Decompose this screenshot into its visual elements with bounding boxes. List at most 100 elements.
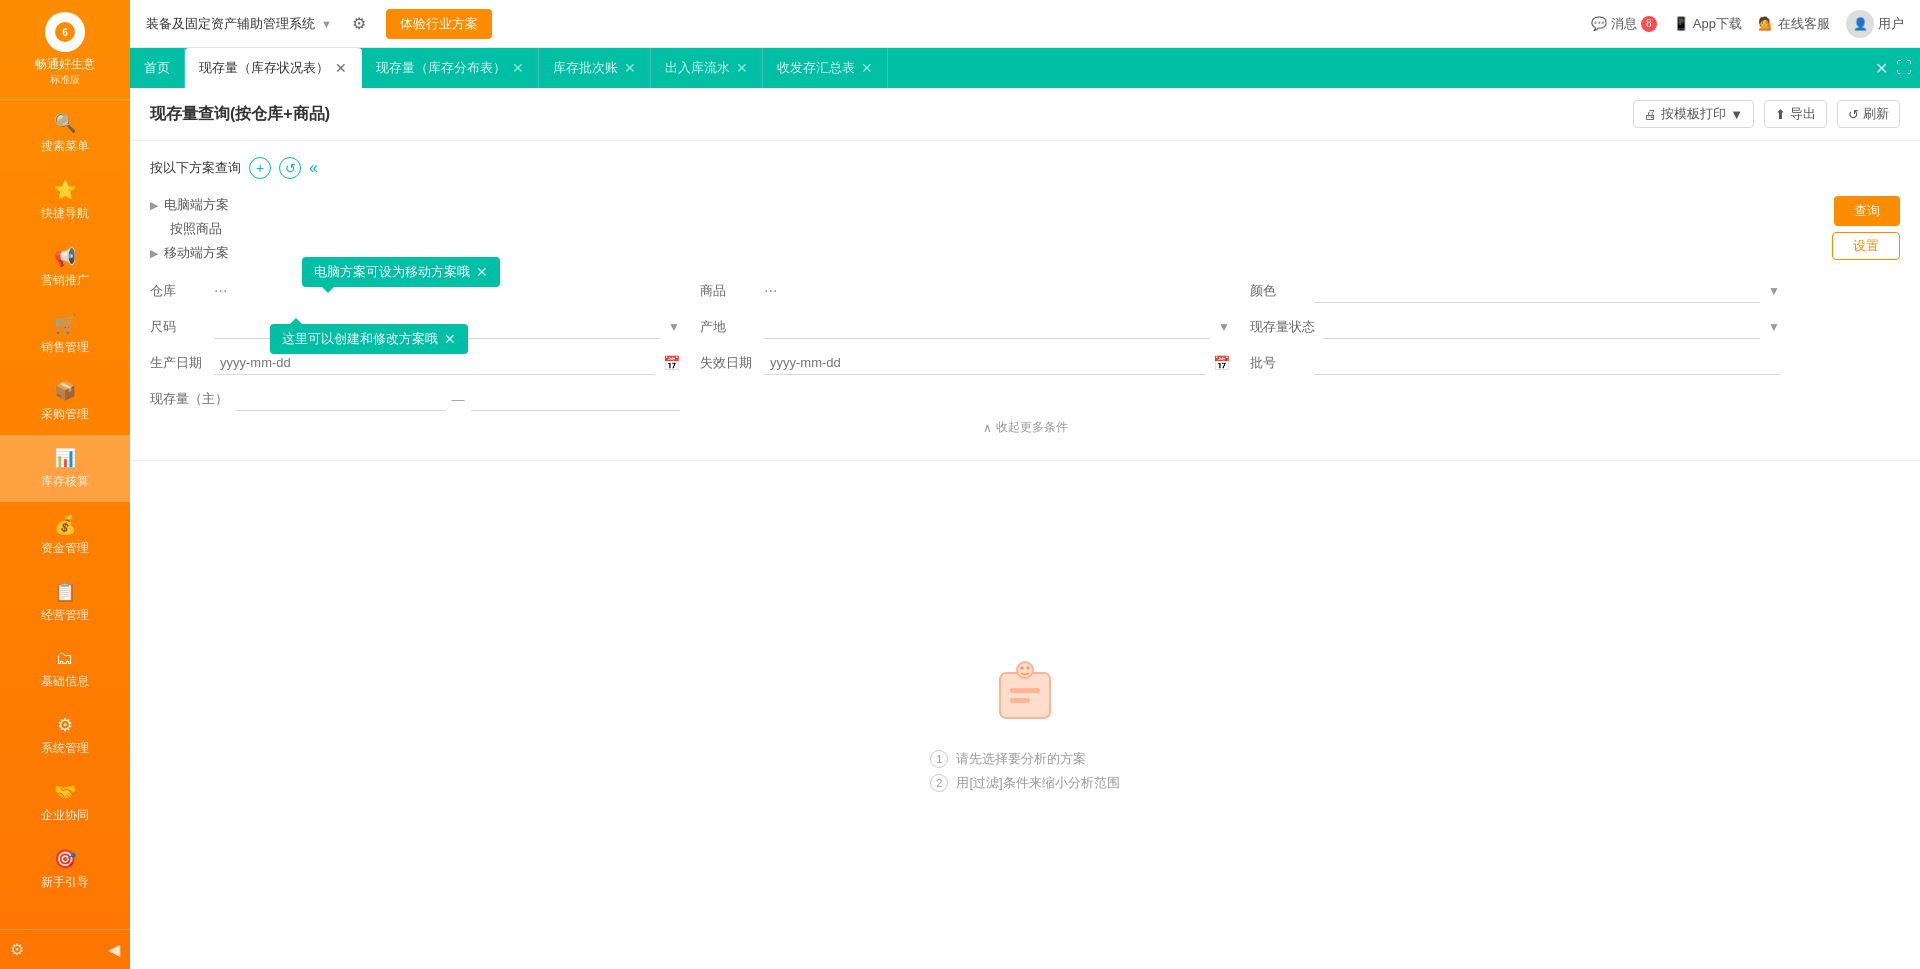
tab-expand-btn[interactable]: ⛶ [1896,59,1912,77]
filter-row-produce-date: 生产日期 📅 [150,351,680,375]
filter-warehouse-dots[interactable]: ··· [214,282,227,300]
svg-text:6: 6 [62,27,68,38]
set-btn[interactable]: 设置 [1832,232,1900,260]
tab-stock-batch-close[interactable]: ✕ [624,60,636,76]
tab-stock-dist-close[interactable]: ✕ [512,60,524,76]
system-icon: ⚙ [57,714,73,736]
tab-stock-inout[interactable]: 出入库流水 ✕ [651,48,763,88]
top-header: 装备及固定资产辅助管理系统 ▼ ⚙ 体验行业方案 💬 消息 8 📱 App下载 … [130,0,1920,48]
system-title-dropdown[interactable]: ▼ [321,18,332,30]
industry-btn[interactable]: 体验行业方案 [386,9,492,39]
filter-goods-dots[interactable]: ··· [764,282,777,300]
export-label: 导出 [1790,105,1816,123]
svg-rect-2 [1000,673,1050,718]
filter-row-origin: 产地 ▼ [700,315,1230,339]
tab-stock-inout-close[interactable]: ✕ [736,60,748,76]
base-icon: 🗂 [56,648,74,669]
scheme-tree: ▶ 电脑端方案 按照商品 ▶ 移动端方案 [150,193,1900,265]
filter-expire-date-input[interactable] [764,351,1205,375]
refresh-btn[interactable]: ↺ 刷新 [1837,100,1900,128]
filter-stock-qty-label: 现存量（主） [150,390,228,408]
online-service-btn[interactable]: 💁 在线客服 [1758,15,1830,33]
filter-stock-status-input[interactable] [1323,315,1760,339]
stock-status-dropdown-icon[interactable]: ▼ [1768,320,1780,334]
filter-batch-input[interactable] [1314,351,1780,375]
page-content: 现存量查询(按仓库+商品) 🖨 按模板打印 ▼ ⬆ 导出 ↺ 刷新 [130,88,1920,969]
user-btn[interactable]: 👤 用户 [1846,10,1904,38]
tooltip1-close[interactable]: ✕ [476,264,488,280]
template-print-label: 按模板打印 [1661,105,1726,123]
template-print-btn[interactable]: 🖨 按模板打印 ▼ [1633,100,1754,128]
system-title-text: 装备及固定资产辅助管理系统 [146,15,315,33]
tooltip2-close[interactable]: ✕ [444,331,456,347]
filter-stock-qty-from[interactable] [236,387,446,411]
step1-num: 1 [930,750,948,768]
filter-refresh-btn[interactable]: ↺ [279,157,301,179]
header-settings-icon[interactable]: ⚙ [352,14,366,33]
tooltip2-text: 这里可以创建和修改方案哦 [282,330,438,348]
sidebar-item-label: 销售管理 [41,339,89,356]
color-dropdown-icon[interactable]: ▼ [1768,284,1780,298]
filter-add-btn[interactable]: + [249,157,271,179]
scheme-computer-label: 电脑端方案 [164,196,229,214]
filter-color-input[interactable] [1314,279,1760,303]
sidebar-logo: 6 畅通好生意 标准版 [0,0,130,100]
collapse-icon: ∧ [983,421,992,435]
empty-state: 1 请先选择要分析的方案 2 用[过滤]条件来缩小分析范围 [130,461,1920,969]
origin-dropdown-icon[interactable]: ▼ [1218,320,1230,334]
empty-step-2: 2 用[过滤]条件来缩小分析范围 [930,774,1119,792]
sidebar-item-quick-nav[interactable]: ⭐ 快捷导航 [0,167,130,234]
sidebar-item-search-menu[interactable]: 🔍 搜索菜单 [0,100,130,167]
query-btn[interactable]: 查询 [1834,196,1900,226]
search-menu-icon: 🔍 [54,112,76,134]
sidebar-item-label: 系统管理 [41,740,89,757]
sidebar-item-base[interactable]: 🗂 基础信息 [0,636,130,702]
export-btn[interactable]: ⬆ 导出 [1764,100,1827,128]
sidebar-item-label: 库存核算 [41,473,89,490]
scheme-sub-item[interactable]: 按照商品 [170,217,1900,241]
tab-stock-dist[interactable]: 现存量（库存分布表） ✕ [362,48,539,88]
tab-stock-status-close[interactable]: ✕ [335,60,347,76]
messages-btn[interactable]: 💬 消息 8 [1591,15,1657,33]
size-dropdown-icon[interactable]: ▼ [668,320,680,334]
tab-close-all-btn[interactable]: ✕ [1875,59,1888,78]
sidebar-item-sales[interactable]: 🛒 销售管理 [0,301,130,368]
svg-point-5 [1017,662,1033,678]
sidebar-item-finance[interactable]: 💰 资金管理 [0,502,130,569]
tab-stock-status[interactable]: 现存量（库存状况表） ✕ [185,48,362,88]
tab-home[interactable]: 首页 [130,48,185,88]
filter-stock-qty-to[interactable] [471,387,681,411]
filter-row-color: 颜色 ▼ [1250,279,1780,303]
expire-date-calendar-icon[interactable]: 📅 [1213,355,1230,371]
scheme-computer-item[interactable]: ▶ 电脑端方案 [150,193,1900,217]
print-icon: 🖨 [1644,107,1657,122]
filter-back-btn[interactable]: « [309,159,318,177]
sidebar-item-company[interactable]: 🤝 企业协同 [0,769,130,836]
filter-produce-date-input[interactable] [214,351,655,375]
stock-icon: 📊 [54,447,76,469]
filter-origin-input[interactable] [764,315,1210,339]
user-label: 用户 [1878,15,1904,33]
sidebar-item-purchase[interactable]: 📦 采购管理 [0,368,130,435]
refresh-icon: ↺ [1848,107,1859,122]
app-download-btn[interactable]: 📱 App下载 [1673,15,1742,33]
produce-date-calendar-icon[interactable]: 📅 [663,355,680,371]
sidebar-item-operation[interactable]: 📋 经营管理 [0,569,130,636]
step2-text: 用[过滤]条件来缩小分析范围 [956,774,1119,792]
sidebar-item-marketing[interactable]: 📢 营销推广 [0,234,130,301]
svg-point-7 [1027,667,1030,670]
guide-icon: 🎯 [54,848,76,870]
tab-stock-summary[interactable]: 收发存汇总表 ✕ [763,48,888,88]
collapse-bar[interactable]: ∧ 收起更多条件 [150,411,1900,444]
tab-stock-batch[interactable]: 库存批次账 ✕ [539,48,651,88]
sidebar-item-system[interactable]: ⚙ 系统管理 [0,702,130,769]
sidebar-settings-btn[interactable]: ⚙ [10,940,24,959]
tab-stock-summary-close[interactable]: ✕ [861,60,873,76]
filter-title: 按以下方案查询 [150,159,241,177]
sidebar-collapse-btn[interactable]: ◀ [108,940,120,959]
empty-step-1: 1 请先选择要分析的方案 [930,750,1119,768]
service-icon: 💁 [1758,16,1774,31]
empty-illustration [975,638,1075,738]
sidebar-item-guide[interactable]: 🎯 新手引导 [0,836,130,903]
sidebar-item-stock[interactable]: 📊 库存核算 [0,435,130,502]
